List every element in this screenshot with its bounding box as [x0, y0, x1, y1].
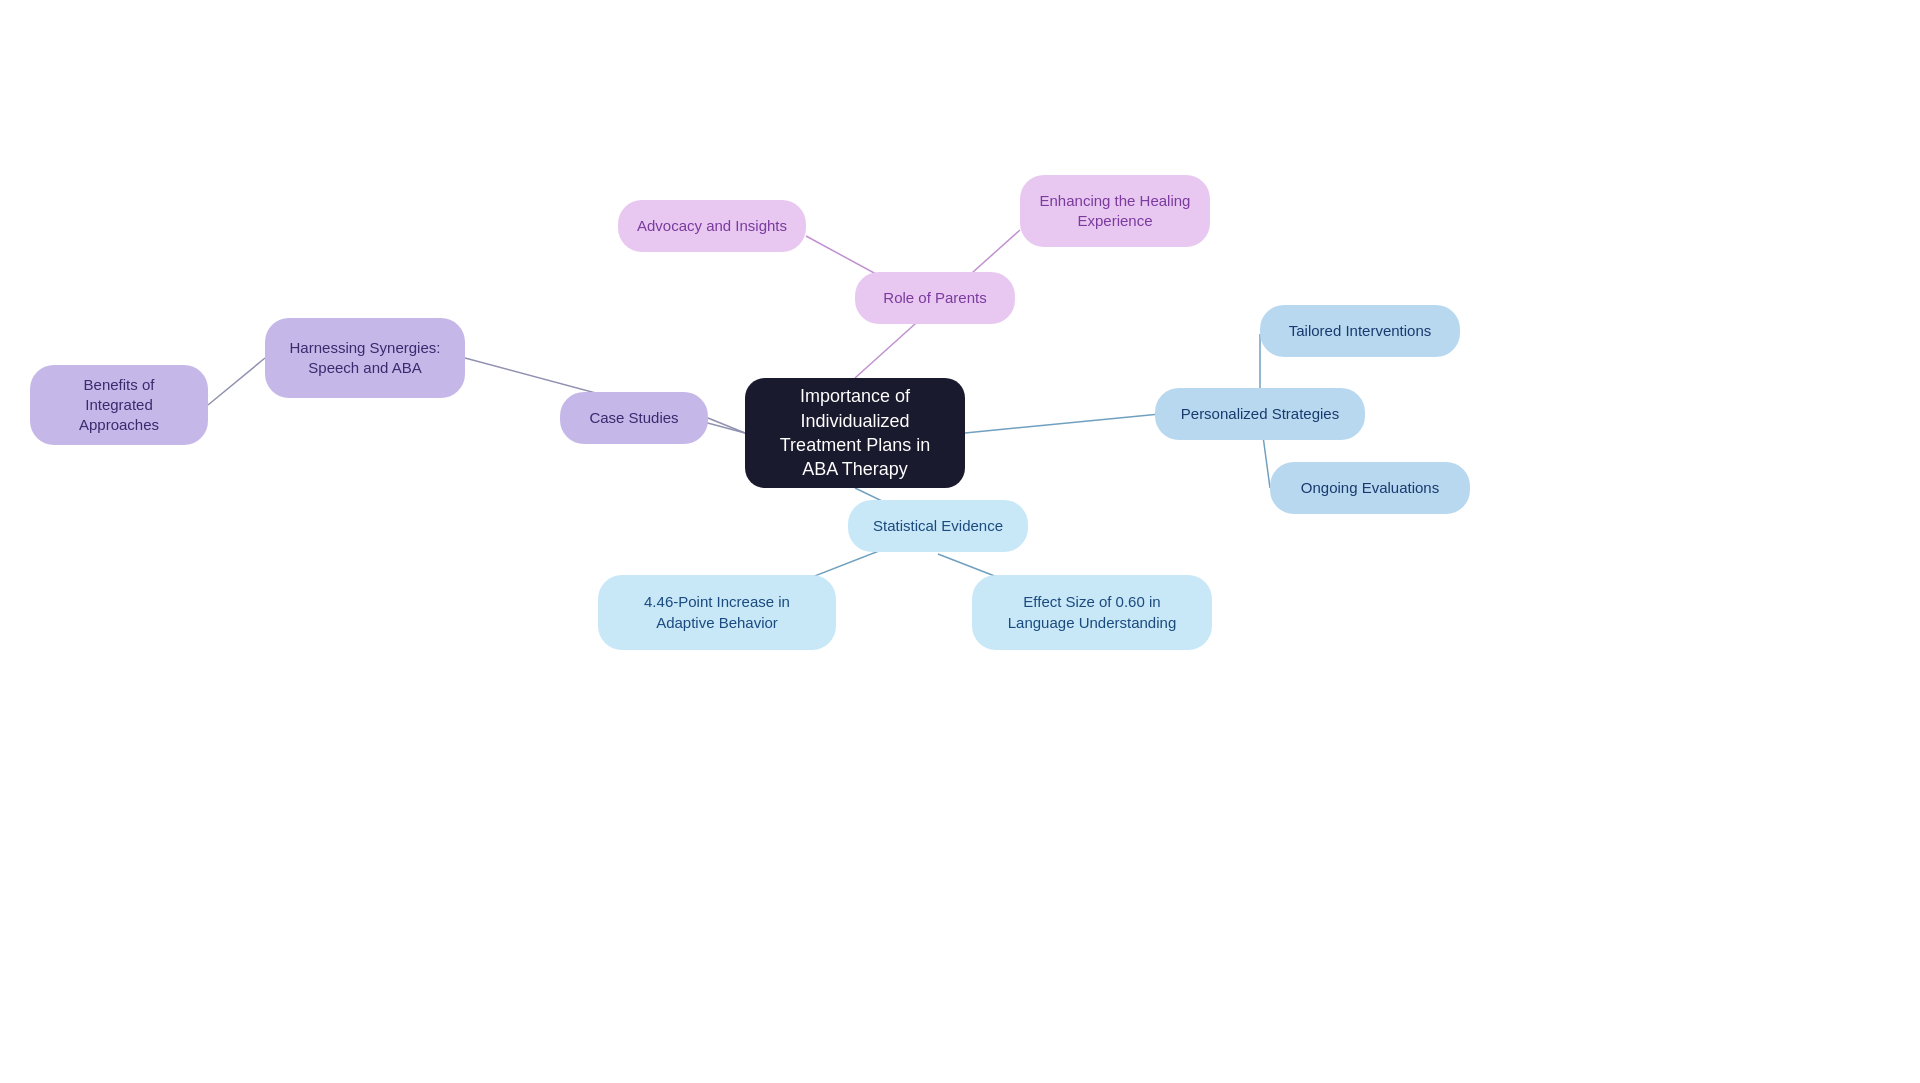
advocacy-node: Advocacy and Insights: [618, 200, 806, 252]
svg-line-2: [708, 418, 745, 433]
effect-size-node: Effect Size of 0.60 in Language Understa…: [972, 575, 1212, 650]
svg-line-6: [965, 414, 1160, 433]
statistical-node: Statistical Evidence: [848, 500, 1028, 552]
enhancing-node: Enhancing the Healing Experience: [1020, 175, 1210, 247]
tailored-node: Tailored Interventions: [1260, 305, 1460, 357]
personalized-node: Personalized Strategies: [1155, 388, 1365, 440]
ongoing-node: Ongoing Evaluations: [1270, 462, 1470, 514]
role-of-parents-node: Role of Parents: [855, 272, 1015, 324]
harnessing-node: Harnessing Synergies: Speech and ABA: [265, 318, 465, 398]
case-studies-node: Case Studies: [560, 392, 708, 444]
center-node: Importance of Individualized Treatment P…: [745, 378, 965, 488]
benefits-node: Benefits of Integrated Approaches: [30, 365, 208, 445]
adaptive-node: 4.46-Point Increase in Adaptive Behavior: [598, 575, 836, 650]
svg-line-1: [208, 358, 265, 405]
